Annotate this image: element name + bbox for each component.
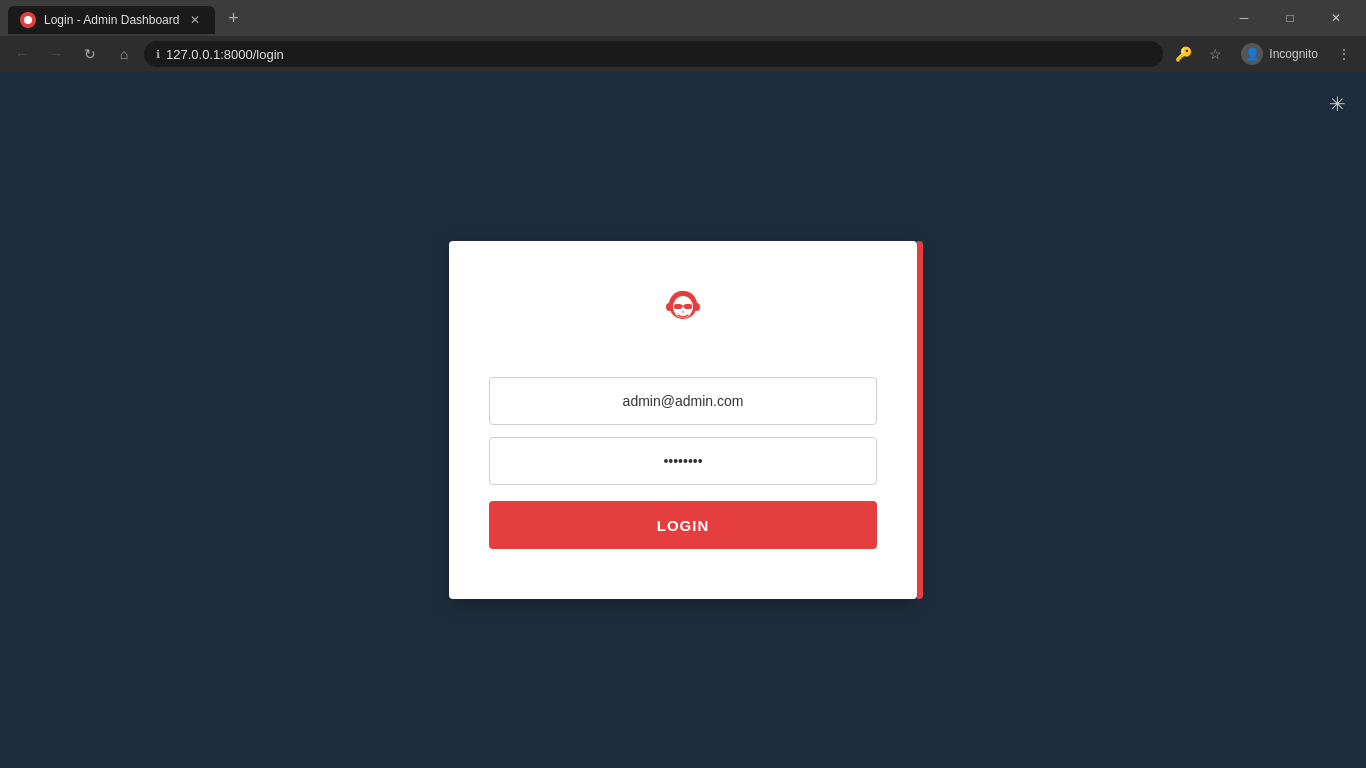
- password-input[interactable]: [489, 437, 877, 485]
- incognito-label: Incognito: [1269, 47, 1318, 61]
- svg-rect-2: [674, 304, 682, 309]
- back-button[interactable]: ←: [8, 40, 36, 68]
- login-card: LOGIN: [449, 241, 917, 599]
- home-button[interactable]: ⌂: [110, 40, 138, 68]
- new-tab-button[interactable]: +: [219, 4, 247, 32]
- url-host: 127.0.0.1:8000/login: [166, 47, 284, 62]
- svg-rect-3: [684, 304, 692, 309]
- login-button[interactable]: LOGIN: [489, 501, 877, 549]
- star-icon[interactable]: ☆: [1201, 40, 1229, 68]
- forward-button[interactable]: →: [42, 40, 70, 68]
- admin-avatar-icon: [651, 281, 715, 345]
- browser-chrome: Login - Admin Dashboard ✕ + ─ □ ✕ ← → ↻ …: [0, 0, 1366, 72]
- svg-point-7: [694, 303, 700, 311]
- email-input[interactable]: [489, 377, 877, 425]
- svg-point-6: [666, 303, 672, 311]
- refresh-button[interactable]: ↻: [76, 40, 104, 68]
- incognito-button[interactable]: 👤 Incognito: [1233, 41, 1326, 67]
- tab-favicon-icon: [20, 12, 36, 28]
- menu-button[interactable]: ⋮: [1330, 40, 1358, 68]
- tab-title: Login - Admin Dashboard: [44, 13, 179, 27]
- lock-icon: ℹ: [156, 48, 160, 61]
- browser-tab[interactable]: Login - Admin Dashboard ✕: [8, 6, 215, 34]
- maximize-button[interactable]: □: [1268, 4, 1312, 32]
- key-icon[interactable]: 🔑: [1169, 40, 1197, 68]
- browser-toolbar: ← → ↻ ⌂ ℹ 127.0.0.1:8000/login 🔑 ☆ 👤 Inc…: [0, 36, 1366, 72]
- toolbar-right: 🔑 ☆ 👤 Incognito ⋮: [1169, 40, 1358, 68]
- page-content: ✳: [0, 72, 1366, 768]
- minimize-button[interactable]: ─: [1222, 4, 1266, 32]
- incognito-avatar-icon: 👤: [1241, 43, 1263, 65]
- login-form: LOGIN: [489, 377, 877, 549]
- url-text: 127.0.0.1:8000/login: [166, 47, 284, 62]
- login-logo: [489, 281, 877, 345]
- window-controls: ─ □ ✕: [1222, 4, 1358, 32]
- theme-toggle-button[interactable]: ✳: [1329, 92, 1346, 116]
- close-button[interactable]: ✕: [1314, 4, 1358, 32]
- address-bar[interactable]: ℹ 127.0.0.1:8000/login: [144, 41, 1163, 67]
- tab-close-button[interactable]: ✕: [187, 12, 203, 28]
- browser-title-bar: Login - Admin Dashboard ✕ + ─ □ ✕: [0, 0, 1366, 36]
- svg-point-5: [682, 311, 685, 313]
